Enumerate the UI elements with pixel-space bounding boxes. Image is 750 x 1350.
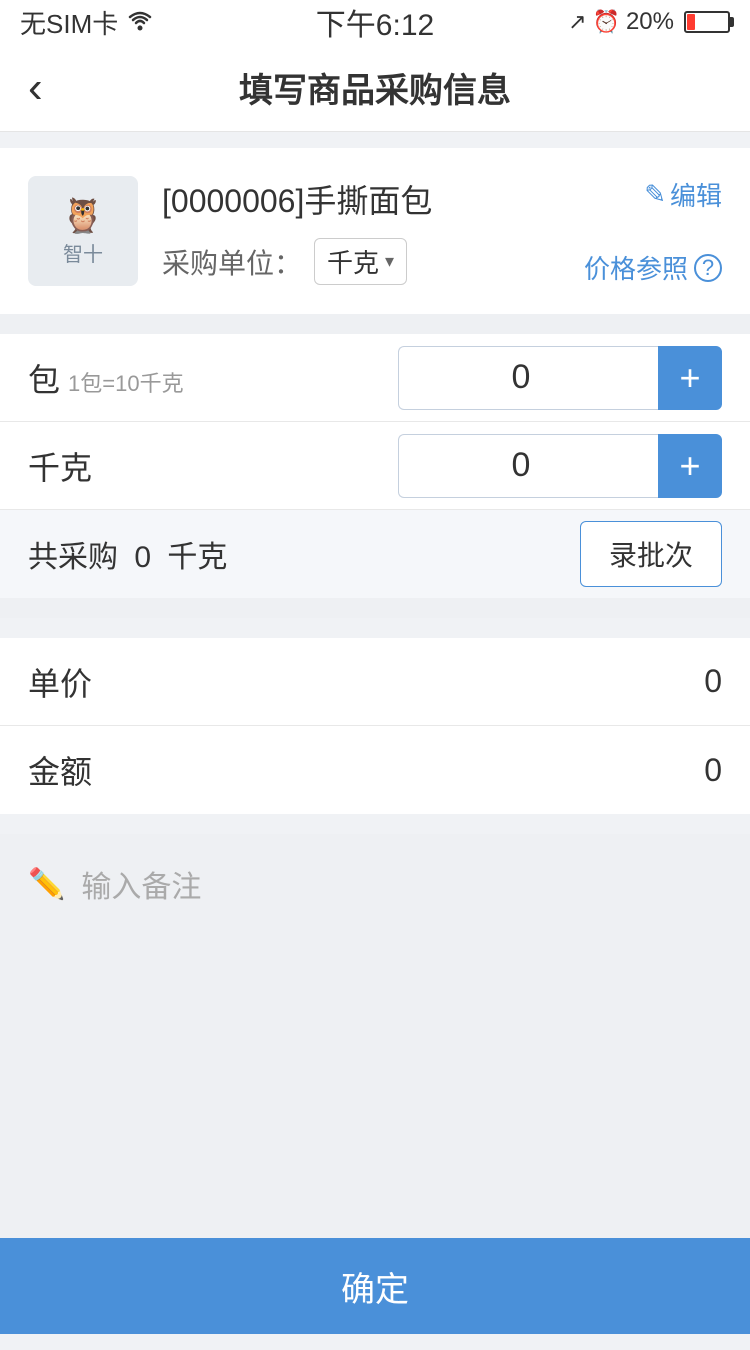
unit-price-label: 单价 bbox=[28, 659, 92, 705]
kg-plus-button[interactable]: + bbox=[658, 434, 722, 498]
alarm-icon: ⏰ bbox=[593, 9, 620, 35]
bao-input[interactable] bbox=[398, 346, 658, 410]
product-name: [0000006]手撕面包 bbox=[162, 176, 722, 222]
battery-percent: 20% bbox=[626, 8, 674, 36]
confirm-button[interactable]: 确定 bbox=[0, 1238, 750, 1334]
back-icon: ‹ bbox=[28, 63, 43, 112]
amount-value: 0 bbox=[704, 752, 722, 789]
batch-label: 录批次 bbox=[609, 540, 693, 571]
unit-label: 采购单位： bbox=[162, 242, 302, 282]
price-ref-help-icon: ? bbox=[694, 254, 722, 282]
total-amount: 0 bbox=[134, 541, 151, 574]
amount-label: 金额 bbox=[28, 747, 92, 793]
section-divider-1 bbox=[0, 314, 750, 334]
remark-icon: ✏️ bbox=[28, 867, 65, 902]
product-card: 🦉 智十 [0000006]手撕面包 采购单位： 千克 ▾ ✎ 编辑 价格参照 … bbox=[0, 148, 750, 314]
total-row: 共采购 0 千克 录批次 bbox=[0, 510, 750, 598]
bao-plus-button[interactable]: + bbox=[658, 346, 722, 410]
carrier-text: 无SIM卡 bbox=[20, 4, 118, 41]
price-section: 单价 0 金额 0 bbox=[0, 638, 750, 814]
remark-section[interactable]: ✏️ 输入备注 bbox=[0, 834, 750, 934]
status-time: 下午6:12 bbox=[316, 0, 434, 44]
total-suffix: 千克 bbox=[167, 541, 227, 574]
bao-sublabel: 1包=10千克 bbox=[68, 371, 184, 396]
section-divider-2 bbox=[0, 598, 750, 618]
price-ref-button[interactable]: 价格参照 ? bbox=[584, 249, 722, 286]
unit-price-value: 0 bbox=[704, 663, 722, 700]
bao-label: 包1包=10千克 bbox=[28, 355, 188, 401]
kg-input-row: 千克 + bbox=[0, 422, 750, 510]
bao-plus-icon: + bbox=[679, 357, 700, 399]
kg-input-right: + bbox=[188, 434, 722, 498]
status-bar: 无SIM卡 下午6:12 ↗ ⏰ 20% bbox=[0, 0, 750, 44]
edit-label: 编辑 bbox=[670, 176, 722, 213]
dropdown-arrow-icon: ▾ bbox=[385, 251, 394, 272]
wifi-icon bbox=[126, 7, 154, 38]
back-button[interactable]: ‹ bbox=[28, 63, 43, 113]
nav-bar: ‹ 填写商品采购信息 bbox=[0, 44, 750, 132]
remark-placeholder: 输入备注 bbox=[81, 862, 201, 906]
page-title: 填写商品采购信息 bbox=[239, 63, 511, 112]
bao-input-right: + bbox=[188, 346, 722, 410]
total-text: 共采购 0 千克 bbox=[28, 532, 227, 576]
unit-select[interactable]: 千克 ▾ bbox=[314, 238, 407, 285]
kg-label: 千克 bbox=[28, 443, 188, 489]
price-ref-label: 价格参照 bbox=[584, 249, 688, 286]
kg-input[interactable] bbox=[398, 434, 658, 498]
status-right: ↗ ⏰ 20% bbox=[568, 8, 730, 36]
total-prefix: 共采购 bbox=[28, 541, 118, 574]
unit-select-value: 千克 bbox=[327, 243, 379, 280]
amount-row: 金额 0 bbox=[0, 726, 750, 814]
unit-price-row: 单价 0 bbox=[0, 638, 750, 726]
edit-button[interactable]: ✎ 编辑 bbox=[644, 176, 722, 213]
input-section: 包1包=10千克 + 千克 + bbox=[0, 334, 750, 510]
bao-input-row: 包1包=10千克 + bbox=[0, 334, 750, 422]
confirm-label: 确定 bbox=[341, 1262, 409, 1311]
edit-icon: ✎ bbox=[644, 179, 666, 210]
battery-icon bbox=[684, 11, 730, 33]
kg-plus-icon: + bbox=[679, 445, 700, 487]
status-left: 无SIM卡 bbox=[20, 4, 154, 41]
product-logo: 🦉 bbox=[62, 196, 104, 236]
product-logo-text: 智十 bbox=[62, 238, 104, 267]
location-icon: ↗ bbox=[568, 9, 586, 35]
product-thumbnail: 🦉 智十 bbox=[28, 176, 138, 286]
batch-button[interactable]: 录批次 bbox=[580, 521, 722, 587]
content-area bbox=[0, 934, 750, 1254]
